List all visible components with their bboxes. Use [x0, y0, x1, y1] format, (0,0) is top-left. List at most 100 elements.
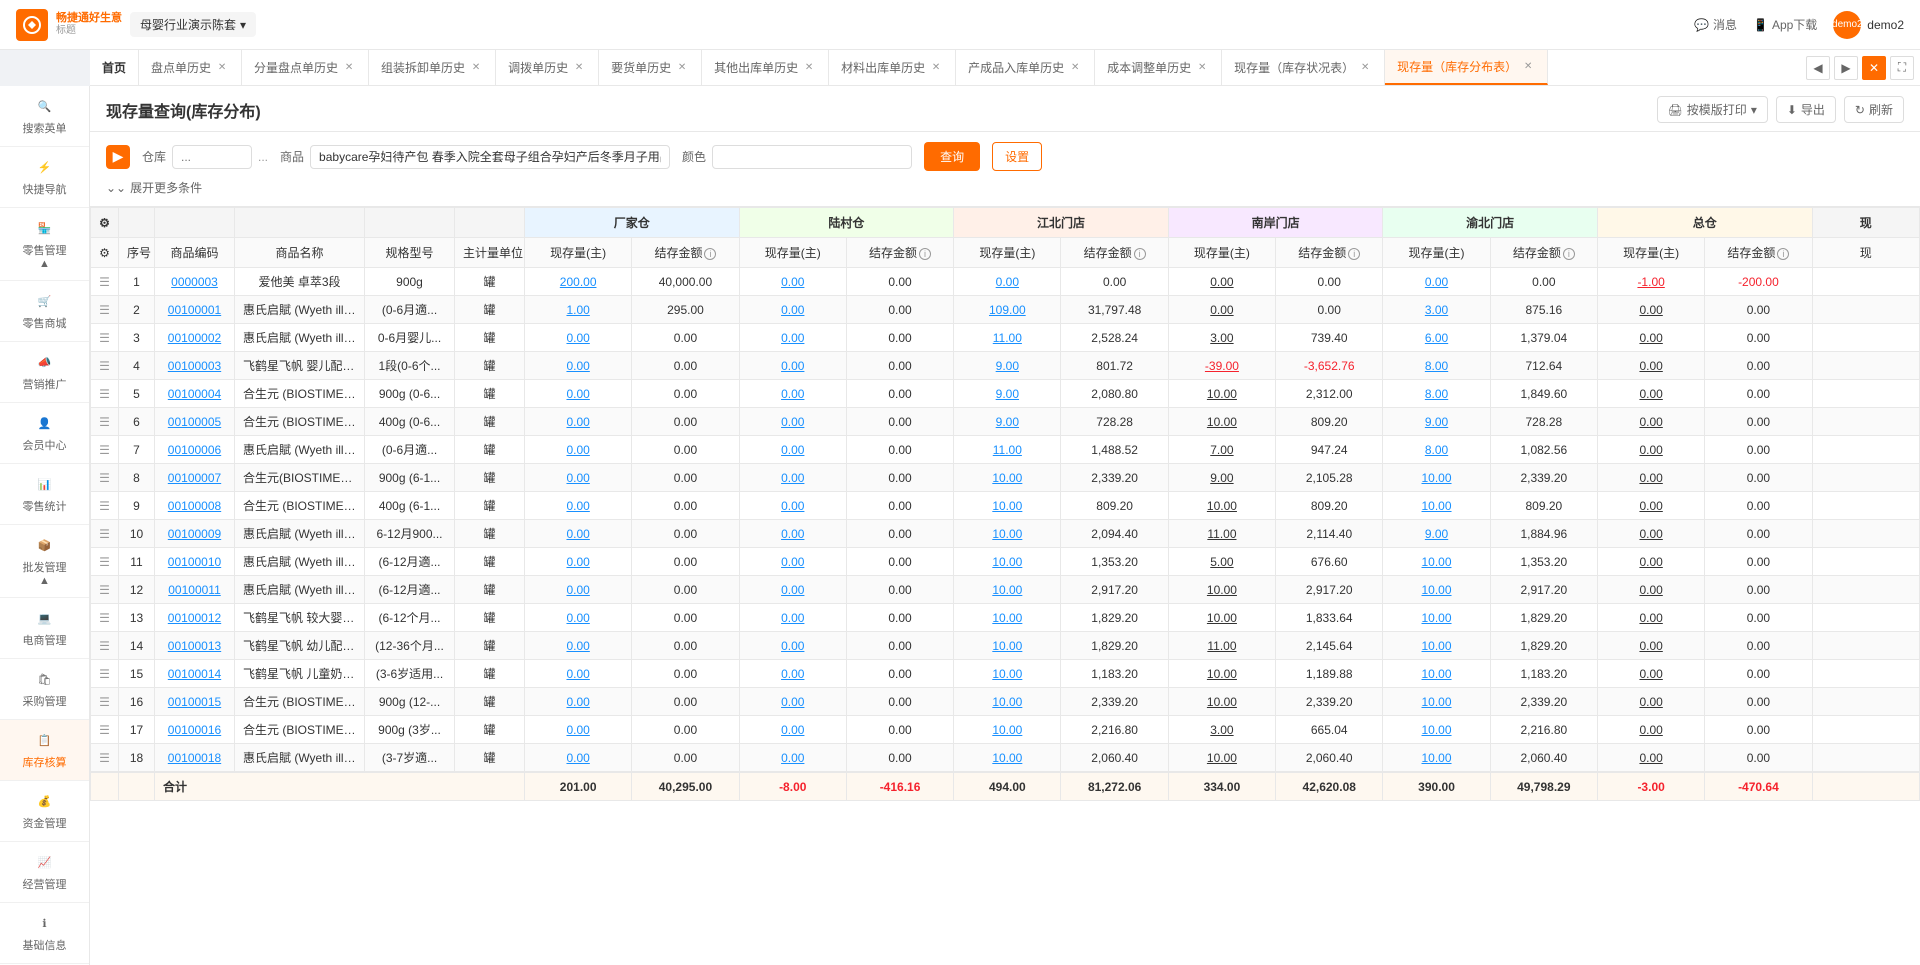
cell-settings[interactable]: ☰ [91, 632, 119, 660]
cell-code[interactable]: 00100005 [155, 408, 235, 436]
th-settings[interactable]: ⚙ [91, 208, 119, 238]
cell-settings[interactable]: ☰ [91, 380, 119, 408]
cell-settings[interactable]: ☰ [91, 436, 119, 464]
cell-settings[interactable]: ☰ [91, 688, 119, 716]
cell-lucun-qty[interactable]: 0.00 [739, 436, 846, 464]
cell-jiangbei-qty[interactable]: 10.00 [954, 660, 1061, 688]
cell-code[interactable]: 00100009 [155, 520, 235, 548]
tab-prev-button[interactable]: ◀ [1806, 56, 1830, 80]
cell-settings[interactable]: ☰ [91, 548, 119, 576]
cell-code[interactable]: 00100002 [155, 324, 235, 352]
tab-close-all-button[interactable]: ✕ [1862, 56, 1886, 80]
cell-total-qty[interactable]: 0.00 [1597, 380, 1704, 408]
export-button[interactable]: ⬇ 导出 [1776, 96, 1836, 123]
cell-yubei-qty[interactable]: 10.00 [1383, 604, 1490, 632]
cell-yubei-qty[interactable]: 9.00 [1383, 520, 1490, 548]
cell-jiangbei-qty[interactable]: 10.00 [954, 520, 1061, 548]
refresh-button[interactable]: ↻ 刷新 [1844, 96, 1904, 123]
tab-home[interactable]: 首页 [90, 50, 139, 85]
cell-total-qty[interactable]: 0.00 [1597, 464, 1704, 492]
cell-nanan-qty[interactable]: 10.00 [1168, 576, 1275, 604]
message-button[interactable]: 💬 消息 [1694, 16, 1737, 33]
product-input[interactable] [310, 145, 670, 169]
tab-close-icon[interactable]: ✕ [215, 61, 229, 75]
cell-settings[interactable]: ☰ [91, 352, 119, 380]
cell-jiangbei-qty[interactable]: 9.00 [954, 352, 1061, 380]
cell-total-qty[interactable]: 0.00 [1597, 436, 1704, 464]
sidebar-item-member[interactable]: 👤会员中心 [0, 403, 89, 464]
cell-jiangbei-qty[interactable]: 10.00 [954, 604, 1061, 632]
cell-settings[interactable]: ☰ [91, 268, 119, 296]
expand-conditions-button[interactable]: ⌄⌄ 展开更多条件 [106, 179, 1904, 196]
cell-nanan-qty[interactable]: 10.00 [1168, 744, 1275, 773]
cell-jiangbei-qty[interactable]: 10.00 [954, 548, 1061, 576]
cell-code[interactable]: 00100007 [155, 464, 235, 492]
sidebar-item-retail[interactable]: 🏪零售管理▲ [0, 208, 89, 281]
app-download-button[interactable]: 📱 App下载 [1753, 16, 1817, 33]
cell-yubei-qty[interactable]: 10.00 [1383, 576, 1490, 604]
cell-lucun-qty[interactable]: 0.00 [739, 408, 846, 436]
tab-stockstatus[interactable]: 现存量（库存状况表）✕ [1222, 50, 1385, 85]
cell-nanan-qty[interactable]: 11.00 [1168, 520, 1275, 548]
cell-jiangbei-qty[interactable]: 10.00 [954, 688, 1061, 716]
cell-jiangbei-qty[interactable]: 109.00 [954, 296, 1061, 324]
cell-nanan-qty[interactable]: 0.00 [1168, 268, 1275, 296]
sidebar-item-retailstat[interactable]: 📊零售统计 [0, 464, 89, 525]
cell-settings[interactable]: ☰ [91, 660, 119, 688]
cell-factory-qty[interactable]: 0.00 [525, 464, 632, 492]
cell-jiangbei-qty[interactable]: 10.00 [954, 744, 1061, 773]
cell-nanan-qty[interactable]: 11.00 [1168, 632, 1275, 660]
cell-code[interactable]: 00100011 [155, 576, 235, 604]
cell-settings[interactable]: ☰ [91, 716, 119, 744]
cell-jiangbei-qty[interactable]: 10.00 [954, 464, 1061, 492]
cell-settings[interactable]: ☰ [91, 520, 119, 548]
cell-nanan-qty[interactable]: 5.00 [1168, 548, 1275, 576]
tab-close-icon[interactable]: ✕ [675, 61, 689, 75]
sidebar-item-search[interactable]: 🔍搜索英单 [0, 86, 89, 147]
cell-jiangbei-qty[interactable]: 10.00 [954, 576, 1061, 604]
cell-factory-qty[interactable]: 0.00 [525, 436, 632, 464]
cell-factory-qty[interactable]: 0.00 [525, 660, 632, 688]
cell-lucun-qty[interactable]: 0.00 [739, 744, 846, 773]
tab-maximize-button[interactable]: ⛶ [1890, 56, 1914, 80]
tab-stockdist[interactable]: 现存量（库存分布表）✕ [1385, 50, 1548, 85]
cell-lucun-qty[interactable]: 0.00 [739, 492, 846, 520]
total-amt-info-icon[interactable]: i [1777, 248, 1789, 260]
cell-code[interactable]: 00100001 [155, 296, 235, 324]
cell-yubei-qty[interactable]: 6.00 [1383, 324, 1490, 352]
cell-total-qty[interactable]: 0.00 [1597, 520, 1704, 548]
cell-jiangbei-qty[interactable]: 10.00 [954, 632, 1061, 660]
cell-yubei-qty[interactable]: 10.00 [1383, 688, 1490, 716]
cell-jiangbei-qty[interactable]: 11.00 [954, 324, 1061, 352]
tab-close-icon[interactable]: ✕ [1068, 61, 1082, 75]
tab-partstock[interactable]: 分量盘点单历史✕ [242, 50, 369, 85]
cell-total-qty[interactable]: 0.00 [1597, 324, 1704, 352]
user-area[interactable]: demo2 demo2 [1833, 11, 1904, 39]
cell-total-qty[interactable]: 0.00 [1597, 492, 1704, 520]
cell-code[interactable]: 00100006 [155, 436, 235, 464]
sidebar-item-ecommerce[interactable]: 💻电商管理 [0, 598, 89, 659]
org-selector[interactable]: 母婴行业演示陈套 ▾ [130, 12, 256, 37]
tab-close-icon[interactable]: ✕ [929, 61, 943, 75]
warehouse-input[interactable] [172, 145, 252, 169]
cell-yubei-qty[interactable]: 8.00 [1383, 436, 1490, 464]
cell-total-qty[interactable]: 0.00 [1597, 632, 1704, 660]
tab-close-icon[interactable]: ✕ [802, 61, 816, 75]
tab-close-icon[interactable]: ✕ [572, 61, 586, 75]
cell-settings[interactable]: ☰ [91, 324, 119, 352]
cell-factory-qty[interactable]: 0.00 [525, 492, 632, 520]
cell-factory-qty[interactable]: 0.00 [525, 744, 632, 773]
cell-code[interactable]: 00100018 [155, 744, 235, 773]
cell-lucun-qty[interactable]: 0.00 [739, 464, 846, 492]
cell-factory-qty[interactable]: 0.00 [525, 604, 632, 632]
cell-factory-qty[interactable]: 0.00 [525, 548, 632, 576]
cell-lucun-qty[interactable]: 0.00 [739, 660, 846, 688]
cell-code[interactable]: 00100004 [155, 380, 235, 408]
tab-next-button[interactable]: ▶ [1834, 56, 1858, 80]
tab-prodin[interactable]: 产成品入库单历史✕ [956, 50, 1095, 85]
cell-lucun-qty[interactable]: 0.00 [739, 716, 846, 744]
cell-nanan-qty[interactable]: 9.00 [1168, 464, 1275, 492]
cell-lucun-qty[interactable]: 0.00 [739, 268, 846, 296]
cell-factory-qty[interactable]: 0.00 [525, 520, 632, 548]
sidebar-item-basic[interactable]: ℹ基础信息 [0, 903, 89, 964]
